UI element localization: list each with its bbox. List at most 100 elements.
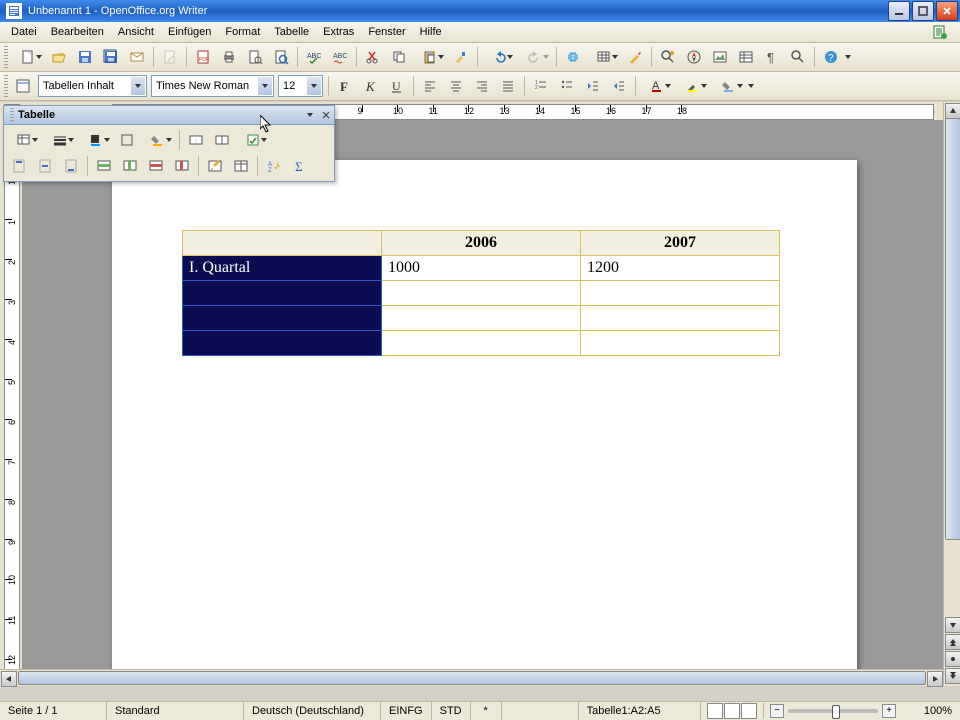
align-justify-button[interactable] <box>496 74 520 98</box>
align-bottom-button[interactable] <box>59 154 83 178</box>
save-as-button[interactable] <box>99 45 123 69</box>
zoom-in-button[interactable]: + <box>882 704 896 718</box>
table-cell[interactable] <box>183 306 382 331</box>
sort-button[interactable]: AZ <box>262 154 286 178</box>
help-button[interactable]: ? <box>819 45 843 69</box>
previous-page-button[interactable] <box>945 634 960 650</box>
table-cell[interactable] <box>382 331 581 356</box>
insert-row-button[interactable] <box>92 154 116 178</box>
menu-tabelle[interactable]: Tabelle <box>267 24 316 40</box>
scroll-left-button[interactable] <box>1 671 17 687</box>
decrease-indent-button[interactable] <box>581 74 605 98</box>
menu-ansicht[interactable]: Ansicht <box>111 24 161 40</box>
toolbar-overflow[interactable] <box>747 75 755 97</box>
align-left-button[interactable] <box>418 74 442 98</box>
bold-button[interactable]: F <box>333 74 357 98</box>
menu-format[interactable]: Format <box>218 24 267 40</box>
menu-fenster[interactable]: Fenster <box>361 24 412 40</box>
align-center-button[interactable] <box>444 74 468 98</box>
table-insert-button[interactable] <box>7 128 41 152</box>
horizontal-scrollbar[interactable] <box>0 669 944 686</box>
toolbar-menu-button[interactable] <box>303 108 317 122</box>
horizontal-scroll-thumb[interactable] <box>18 671 926 685</box>
status-zoom-value[interactable]: 100% <box>902 702 960 720</box>
status-insert-mode[interactable]: EINFG <box>381 702 432 720</box>
table-cell[interactable] <box>581 306 780 331</box>
close-button[interactable] <box>936 1 958 21</box>
sum-button[interactable]: Σ <box>288 154 312 178</box>
borders-button[interactable] <box>115 128 139 152</box>
toolbar-grip[interactable] <box>4 75 8 97</box>
view-book-button[interactable] <box>741 703 757 719</box>
status-tableref[interactable]: Tabelle1:A2:A5 <box>579 702 701 720</box>
view-single-page-button[interactable] <box>707 703 723 719</box>
table-cell[interactable] <box>183 331 382 356</box>
copy-button[interactable] <box>387 45 411 69</box>
paste-button[interactable] <box>413 45 447 69</box>
menu-einfuegen[interactable]: Einfügen <box>161 24 218 40</box>
minimize-button[interactable] <box>888 1 910 21</box>
table-cell[interactable] <box>581 281 780 306</box>
split-cells-button[interactable] <box>210 128 234 152</box>
format-paintbrush-button[interactable] <box>449 45 473 69</box>
maximize-button[interactable] <box>912 1 934 21</box>
hyperlink-button[interactable] <box>561 45 585 69</box>
toolbar-grip[interactable] <box>4 46 8 68</box>
cut-button[interactable] <box>361 45 385 69</box>
vertical-scroll-thumb[interactable] <box>945 118 960 540</box>
paragraph-style-combo[interactable]: Tabellen Inhalt <box>38 75 147 97</box>
table-header-cell[interactable]: 2007 <box>581 231 780 256</box>
page[interactable]: 2006 2007 I. Quartal 1000 1200 <box>112 160 857 670</box>
align-middle-button[interactable] <box>33 154 57 178</box>
print-preview-button[interactable] <box>269 45 293 69</box>
line-style-button[interactable] <box>43 128 77 152</box>
table-cell[interactable] <box>183 281 382 306</box>
status-signature[interactable] <box>502 702 579 720</box>
table-cell[interactable]: 1200 <box>581 256 780 281</box>
new-document-button[interactable] <box>11 45 45 69</box>
table-cell[interactable]: 1000 <box>382 256 581 281</box>
redo-button[interactable] <box>518 45 552 69</box>
numbered-list-button[interactable]: 12 <box>529 74 553 98</box>
status-selection-mode[interactable]: STD <box>432 702 471 720</box>
navigator-button[interactable] <box>682 45 706 69</box>
open-button[interactable] <box>47 45 71 69</box>
align-top-button[interactable] <box>7 154 31 178</box>
menu-hilfe[interactable]: Hilfe <box>413 24 449 40</box>
underline-button[interactable]: U <box>385 74 409 98</box>
delete-column-button[interactable] <box>170 154 194 178</box>
scroll-right-button[interactable] <box>927 671 943 687</box>
bullet-list-button[interactable] <box>555 74 579 98</box>
font-name-combo[interactable]: Times New Roman <box>151 75 274 97</box>
insert-column-button[interactable] <box>118 154 142 178</box>
table-toolbar-titlebar[interactable]: Tabelle <box>4 106 334 125</box>
toolbar-close-button[interactable] <box>319 108 333 122</box>
table-insert-button[interactable] <box>587 45 621 69</box>
table-header-cell[interactable] <box>183 231 382 256</box>
print-button[interactable] <box>217 45 241 69</box>
table-cell[interactable] <box>382 306 581 331</box>
menu-bearbeiten[interactable]: Bearbeiten <box>44 24 111 40</box>
show-draw-button[interactable] <box>623 45 647 69</box>
zoom-button[interactable] <box>786 45 810 69</box>
view-multi-page-button[interactable] <box>724 703 740 719</box>
menu-datei[interactable]: Datei <box>4 24 44 40</box>
document-table[interactable]: 2006 2007 I. Quartal 1000 1200 <box>182 230 780 356</box>
table-cell[interactable]: I. Quartal <box>183 256 382 281</box>
page-preview-button[interactable] <box>243 45 267 69</box>
background-color-button[interactable] <box>712 74 746 98</box>
status-modified[interactable]: * <box>471 702 502 720</box>
table-cell[interactable] <box>581 331 780 356</box>
edit-file-button[interactable] <box>158 45 182 69</box>
status-style[interactable]: Standard <box>107 702 244 720</box>
font-color-button[interactable]: A <box>640 74 674 98</box>
autospellcheck-button[interactable]: ABC <box>328 45 352 69</box>
scroll-up-button[interactable] <box>945 103 960 119</box>
next-page-button[interactable] <box>945 668 960 684</box>
border-color-button[interactable] <box>79 128 113 152</box>
export-pdf-button[interactable]: PDF <box>191 45 215 69</box>
font-size-combo[interactable]: 12 <box>278 75 323 97</box>
autoformat-button[interactable] <box>203 154 227 178</box>
align-right-button[interactable] <box>470 74 494 98</box>
menu-extras[interactable]: Extras <box>316 24 361 40</box>
